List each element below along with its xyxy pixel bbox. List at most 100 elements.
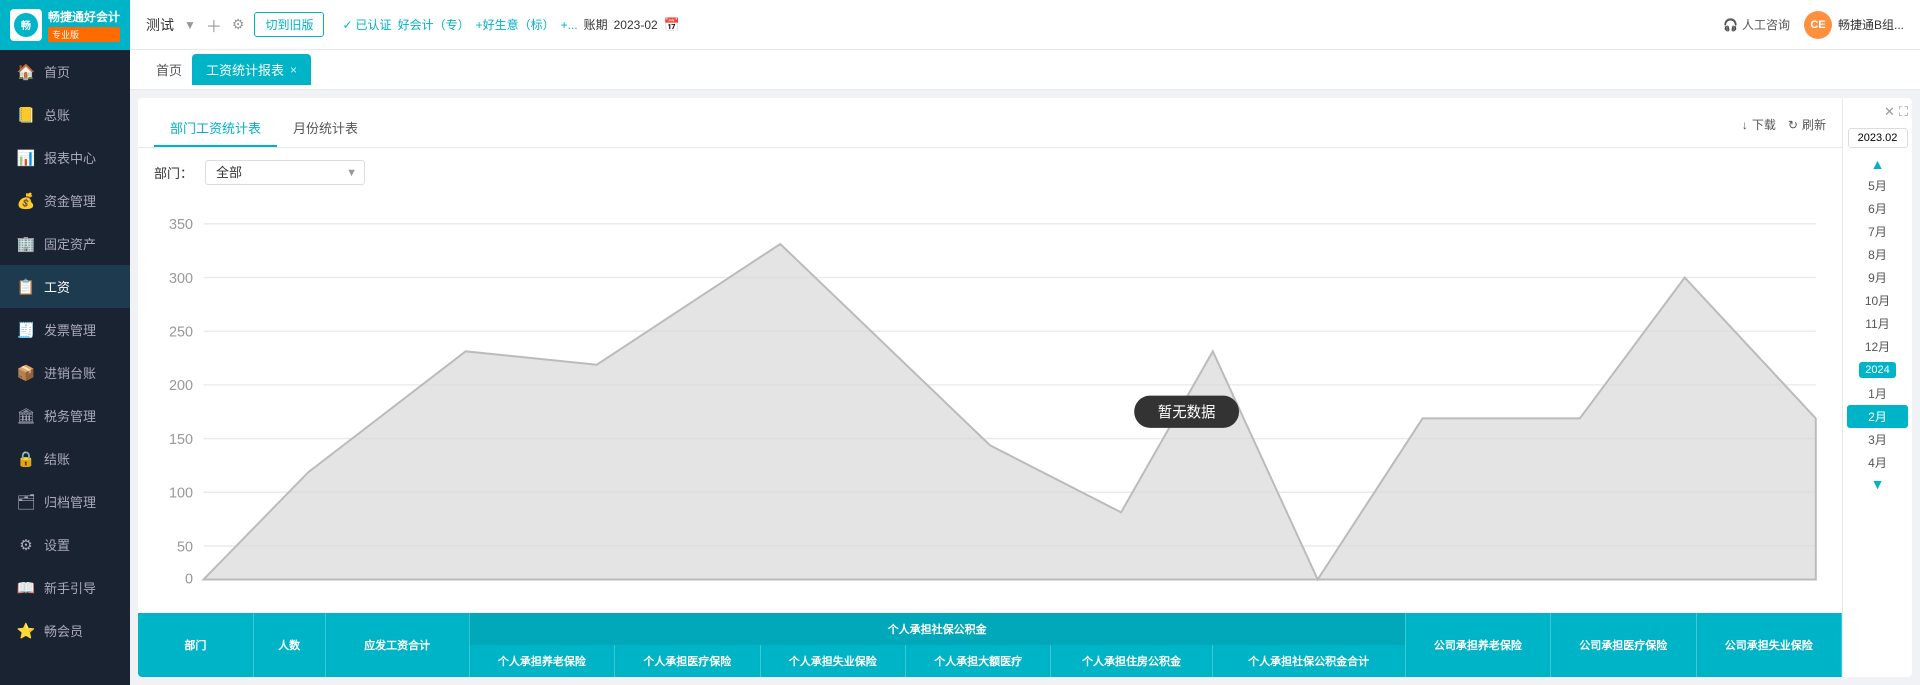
sidebar-label-assets: 固定资产 <box>44 234 96 253</box>
sub-tab-dept[interactable]: 部门工资统计表 <box>154 110 277 147</box>
bottom-table: 部门 人数 应发工资合计 个人承担社保公积金 公司承担养老保险 公司承担医疗保险… <box>138 613 1842 677</box>
logo-badge: 专业版 <box>48 27 120 42</box>
dept-select-wrapper: 全部 部门1 部门2 ▼ <box>205 160 365 185</box>
panel-close-btn[interactable]: ✕ <box>1884 104 1895 120</box>
headset-icon: 🎧 <box>1723 18 1738 32</box>
th-company-pension: 公司承担养老保险 <box>1405 613 1550 677</box>
period-label: 账期 <box>584 16 608 33</box>
sidebar-item-settings[interactable]: ⚙ 设置 <box>0 523 130 566</box>
panel-month-11[interactable]: 11月 <box>1847 312 1908 335</box>
sidebar-label-reports: 报表中心 <box>44 148 96 167</box>
sidebar: 畅 畅捷通好会计 专业版 🏠 首页 📒 总账 📊 报表中心 💰 资金管理 🏢 固… <box>0 0 130 685</box>
ledger-icon: 📒 <box>16 106 36 124</box>
panel-month-7[interactable]: 7月 <box>1847 220 1908 243</box>
panel-month-3[interactable]: 3月 <box>1847 428 1908 451</box>
panel-month-2-active[interactable]: 2月 <box>1847 405 1908 428</box>
user-menu[interactable]: CE 畅捷通B组... <box>1804 11 1904 39</box>
panel-down-btn[interactable]: ▼ <box>1869 474 1887 494</box>
panel-month-1[interactable]: 1月 <box>1847 382 1908 405</box>
sidebar-label-tax: 税务管理 <box>44 406 96 425</box>
th-personal-total: 个人承担社保公积金合计 <box>1212 645 1405 677</box>
topbar-dropdown-arrow[interactable]: ▼ <box>184 18 196 32</box>
sidebar-item-member[interactable]: ⭐ 畅会员 <box>0 609 130 652</box>
svg-text:200: 200 <box>169 378 193 394</box>
page-inner: 部门工资统计表 月份统计表 ↓ 下载 ↻ 刷新 <box>138 98 1842 677</box>
panel-date-area <box>1848 128 1908 154</box>
guide-icon: 📖 <box>16 579 36 597</box>
refresh-icon: ↻ <box>1788 118 1798 132</box>
panel-date-input[interactable] <box>1848 128 1908 148</box>
closing-icon: 🔒 <box>16 450 36 468</box>
calendar-icon[interactable]: 📅 <box>664 17 680 33</box>
logo-text-block: 畅捷通好会计 专业版 <box>48 8 120 42</box>
logo-icon: 畅 <box>10 9 42 41</box>
svg-text:50: 50 <box>177 539 193 555</box>
sidebar-item-assets[interactable]: 🏢 固定资产 <box>0 222 130 265</box>
sidebar-label-funds: 资金管理 <box>44 191 96 210</box>
filter-row: 部门： 全部 部门1 部门2 ▼ <box>138 148 1842 197</box>
sidebar-item-invoice[interactable]: 🧾 发票管理 <box>0 308 130 351</box>
period-value: 2023-02 <box>614 18 658 32</box>
sidebar-item-ledger[interactable]: 📒 总账 <box>0 93 130 136</box>
tab-label: 工资统计报表 <box>206 60 284 79</box>
panel-month-5[interactable]: 5月 <box>1847 174 1908 197</box>
sidebar-item-funds[interactable]: 💰 资金管理 <box>0 179 130 222</box>
right-panel: ✕ ⛶ ▲ 5月 6月 7月 8月 9月 10月 11月 12月 2024 1月… <box>1842 98 1912 677</box>
topbar-gear-btn[interactable]: ⚙ <box>232 16 245 33</box>
th-company-unemployment: 公司承担失业保险 <box>1696 613 1842 677</box>
sidebar-label-ledger: 总账 <box>44 105 70 124</box>
tab-salary-report[interactable]: 工资统计报表 × <box>192 54 311 85</box>
status-tag1: 好会计（专） <box>398 16 470 33</box>
home-icon: 🏠 <box>16 63 36 81</box>
status-certified: ✓ 已认证 <box>342 16 391 33</box>
dept-select[interactable]: 全部 部门1 部门2 <box>205 160 365 185</box>
panel-year-2024[interactable]: 2024 <box>1859 362 1895 378</box>
sidebar-item-reports[interactable]: 📊 报表中心 <box>0 136 130 179</box>
th-personal-bigmedical: 个人承担大额医疗 <box>905 645 1050 677</box>
topbar-add-btn[interactable]: ＋ <box>206 13 222 37</box>
switch-version-button[interactable]: 切到旧版 <box>254 12 324 37</box>
sidebar-label-invoice: 发票管理 <box>44 320 96 339</box>
refresh-btn[interactable]: ↻ 刷新 <box>1788 116 1826 133</box>
sidebar-label-home: 首页 <box>44 62 70 81</box>
chart-tooltip-text: 暂无数据 <box>1158 404 1216 421</box>
sidebar-label-guide: 新手引导 <box>44 578 96 597</box>
sub-tab-month[interactable]: 月份统计表 <box>277 110 374 147</box>
reports-icon: 📊 <box>16 149 36 167</box>
content-area: 首页 工资统计报表 × 部门工资统计表 月份统计表 ↓ 下载 <box>130 50 1920 685</box>
topbar: 测试 ▼ ＋ ⚙ 切到旧版 ✓ 已认证 好会计（专） +好生意（标） +... … <box>130 0 1920 50</box>
sales-icon: 📦 <box>16 364 36 382</box>
settings-icon: ⚙ <box>16 536 36 554</box>
panel-month-10[interactable]: 10月 <box>1847 289 1908 312</box>
panel-month-6[interactable]: 6月 <box>1847 197 1908 220</box>
svg-text:350: 350 <box>169 217 193 233</box>
sidebar-item-sales[interactable]: 📦 进销台账 <box>0 351 130 394</box>
chart-area-fill <box>204 244 1816 579</box>
panel-month-8[interactable]: 8月 <box>1847 243 1908 266</box>
panel-resize-btn[interactable]: ⛶ <box>1899 104 1908 120</box>
panel-month-12[interactable]: 12月 <box>1847 335 1908 358</box>
sidebar-item-guide[interactable]: 📖 新手引导 <box>0 566 130 609</box>
sidebar-item-tax[interactable]: 🏛 税务管理 <box>0 394 130 437</box>
sidebar-label-member: 畅会员 <box>44 621 83 640</box>
panel-month-9[interactable]: 9月 <box>1847 266 1908 289</box>
tab-close-btn[interactable]: × <box>290 63 297 77</box>
sidebar-item-archive[interactable]: 🗂 归档管理 <box>0 480 130 523</box>
svg-text:畅: 畅 <box>21 19 31 32</box>
sidebar-item-closing[interactable]: 🔒 结账 <box>0 437 130 480</box>
sidebar-label-closing: 结账 <box>44 449 70 468</box>
svg-text:100: 100 <box>169 485 193 501</box>
dept-filter-label: 部门： <box>154 163 193 182</box>
username: 畅捷通B组... <box>1838 16 1904 33</box>
download-btn[interactable]: ↓ 下载 <box>1742 116 1776 133</box>
panel-month-4[interactable]: 4月 <box>1847 451 1908 474</box>
assets-icon: 🏢 <box>16 235 36 253</box>
help-button[interactable]: 🎧 人工咨询 <box>1723 16 1790 33</box>
th-dept: 部门 <box>138 613 253 677</box>
sidebar-item-salary[interactable]: 📋 工资 <box>0 265 130 308</box>
th-total-salary: 应发工资合计 <box>325 613 469 677</box>
sidebar-item-home[interactable]: 🏠 首页 <box>0 50 130 93</box>
panel-up-btn[interactable]: ▲ <box>1869 154 1887 174</box>
topbar-status-area: ✓ 已认证 好会计（专） +好生意（标） +... 账期 2023-02 📅 <box>342 16 679 33</box>
tab-home[interactable]: 首页 <box>146 52 192 87</box>
